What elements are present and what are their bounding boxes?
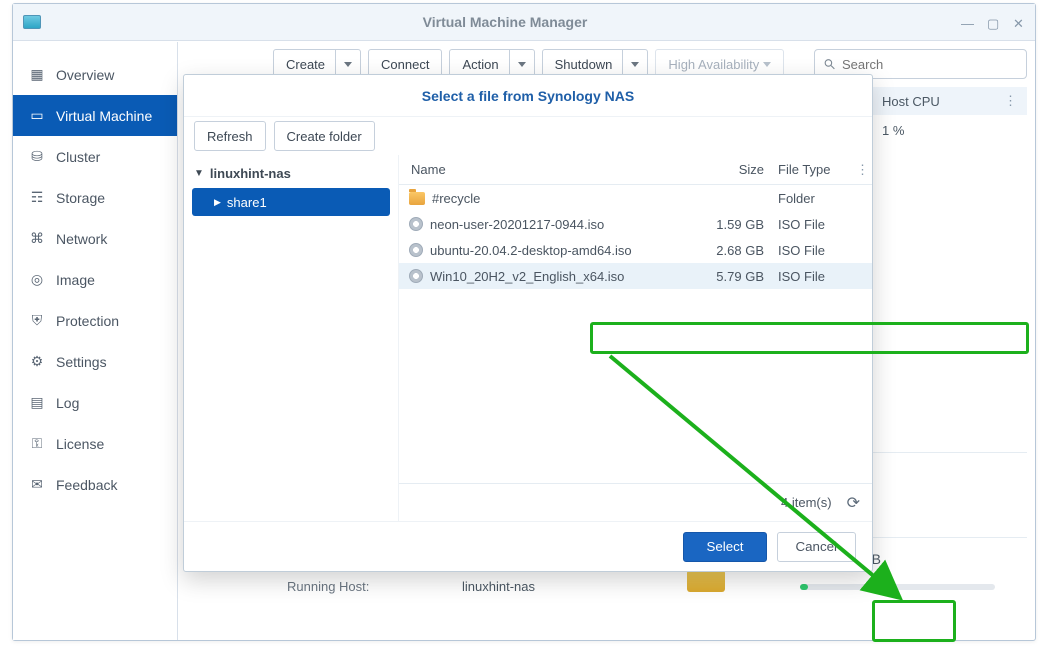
sidebar-item-license[interactable]: ⚿License — [13, 423, 177, 464]
col-name[interactable]: Name — [399, 162, 700, 177]
sidebar-item-cluster[interactable]: ⛁Cluster — [13, 136, 177, 177]
search-icon — [823, 57, 836, 71]
dialog-title: Select a file from Synology NAS — [184, 75, 872, 117]
file-name: ubuntu-20.04.2-desktop-amd64.iso — [430, 243, 632, 258]
file-type: ISO File — [774, 269, 856, 284]
running-host-label: Running Host: — [287, 579, 462, 594]
file-picker-dialog: Select a file from Synology NAS Refresh … — [183, 74, 873, 572]
chevron-down-icon — [344, 62, 352, 67]
file-row[interactable]: Win10_20H2_v2_English_x64.iso 5.79 GBISO … — [399, 263, 872, 289]
network-icon: ⌘ — [28, 230, 46, 248]
file-type: ISO File — [774, 243, 856, 258]
file-name: Win10_20H2_v2_English_x64.iso — [430, 269, 624, 284]
chevron-down-icon: ▼ — [194, 168, 204, 179]
kebab-icon[interactable]: ⋮ — [1004, 93, 1017, 109]
file-type: ISO File — [774, 217, 856, 232]
sidebar-item-overview[interactable]: ▦Overview — [13, 54, 177, 95]
item-count: 4 item(s) — [781, 495, 832, 510]
sidebar-item-settings[interactable]: ⚙Settings — [13, 341, 177, 382]
sidebar-item-log[interactable]: ▤Log — [13, 382, 177, 423]
memory-bar — [800, 584, 995, 590]
titlebar[interactable]: Virtual Machine Manager — ▢ ✕ — [13, 4, 1035, 41]
tree-item-share1[interactable]: ▶share1 — [192, 188, 390, 216]
select-button[interactable]: Select — [683, 532, 766, 562]
vm-icon: ▭ — [28, 107, 46, 125]
file-row[interactable]: ubuntu-20.04.2-desktop-amd64.iso 2.68 GBI… — [399, 237, 872, 263]
chevron-down-icon — [518, 62, 526, 67]
window-title: Virtual Machine Manager — [49, 14, 961, 30]
tree-root[interactable]: ▼linuxhint-nas — [192, 160, 390, 186]
file-row[interactable]: neon-user-20201217-0944.iso 1.59 GBISO Fi… — [399, 211, 872, 237]
minimize-icon[interactable]: — — [961, 16, 973, 28]
folder-icon — [409, 192, 425, 205]
protection-icon: ⛨ — [28, 312, 46, 330]
refresh-button[interactable]: Refresh — [194, 121, 266, 151]
file-list-header: Name Size File Type ⋮ — [399, 155, 872, 185]
kebab-icon[interactable]: ⋮ — [856, 162, 872, 178]
sidebar-item-feedback[interactable]: ✉Feedback — [13, 464, 177, 505]
log-icon: ▤ — [28, 394, 46, 412]
col-size[interactable]: Size — [700, 162, 774, 177]
file-name: neon-user-20201217-0944.iso — [430, 217, 604, 232]
disc-icon — [409, 217, 423, 231]
file-row[interactable]: #recycle Folder — [399, 185, 872, 211]
app-icon — [23, 15, 41, 29]
sidebar-item-network[interactable]: ⌘Network — [13, 218, 177, 259]
refresh-icon[interactable]: ⟳ — [847, 493, 860, 513]
running-host-value: linuxhint-nas — [462, 579, 535, 594]
col-type[interactable]: File Type — [774, 162, 856, 177]
gear-icon: ⚙ — [28, 353, 46, 371]
overview-icon: ▦ — [28, 66, 46, 84]
close-icon[interactable]: ✕ — [1013, 16, 1025, 28]
image-icon: ◎ — [28, 271, 46, 289]
chevron-down-icon — [763, 62, 771, 67]
sidebar-item-virtual-machine[interactable]: ▭Virtual Machine — [13, 95, 177, 136]
file-size: 1.59 GB — [700, 217, 774, 232]
sidebar-item-storage[interactable]: ☶Storage — [13, 177, 177, 218]
chevron-down-icon — [631, 62, 639, 67]
host-cpu-label: Host CPU — [882, 94, 940, 109]
host-cpu-panel: Host CPU ⋮ 1 % — [872, 87, 1027, 145]
sidebar-item-protection[interactable]: ⛨Protection — [13, 300, 177, 341]
create-folder-button[interactable]: Create folder — [274, 121, 375, 151]
sidebar-item-image[interactable]: ◎Image — [13, 259, 177, 300]
file-size: 5.79 GB — [700, 269, 774, 284]
chip-icon — [687, 570, 725, 592]
key-icon: ⚿ — [28, 435, 46, 453]
cluster-icon: ⛁ — [28, 148, 46, 166]
sidebar: ▦Overview ▭Virtual Machine ⛁Cluster ☶Sto… — [13, 42, 178, 640]
file-size: 2.68 GB — [700, 243, 774, 258]
disc-icon — [409, 269, 423, 283]
host-cpu-value: 1 % — [872, 115, 1027, 145]
file-name: #recycle — [432, 191, 480, 206]
search-input[interactable] — [842, 57, 1018, 72]
cancel-button[interactable]: Cancel — [777, 532, 857, 562]
feedback-icon: ✉ — [28, 476, 46, 494]
chevron-right-icon: ▶ — [214, 197, 221, 208]
folder-tree: ▼linuxhint-nas ▶share1 — [184, 155, 399, 521]
maximize-icon[interactable]: ▢ — [987, 16, 999, 28]
file-type: Folder — [774, 191, 856, 206]
disc-icon — [409, 243, 423, 257]
storage-icon: ☶ — [28, 189, 46, 207]
